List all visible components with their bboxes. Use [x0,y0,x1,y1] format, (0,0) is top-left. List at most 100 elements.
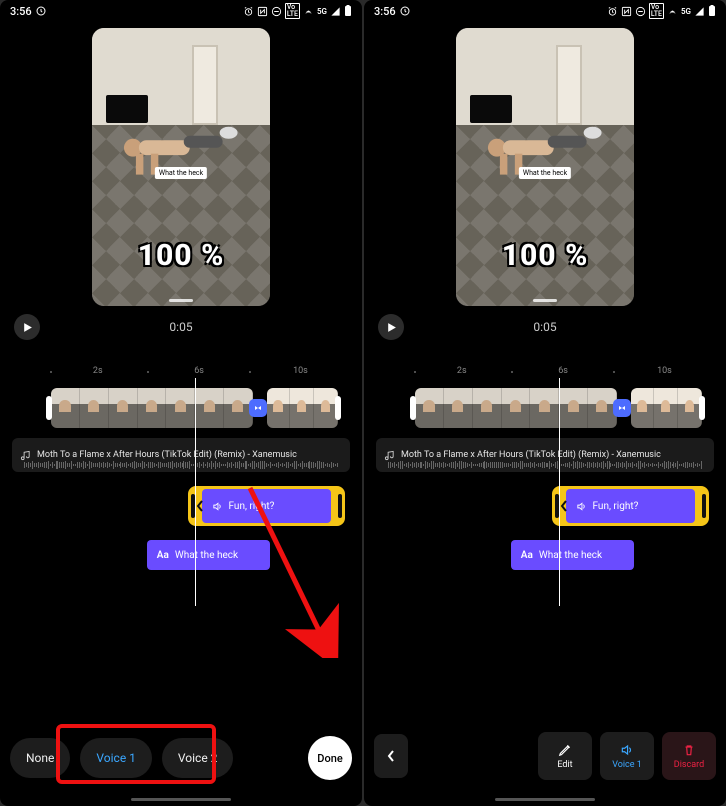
dnd-icon [271,6,282,17]
battery-icon [344,5,352,17]
speaker-icon [620,743,634,757]
clock-icon [36,6,46,16]
status-time: 3:56 [374,5,396,18]
clip-handle-left[interactable] [410,396,416,420]
voice-1-tool-button[interactable]: Voice 1 [600,732,654,780]
video-clip-1[interactable] [415,388,617,428]
video-track[interactable] [374,388,716,428]
network-label: 5G [317,7,327,16]
voiceover-clip[interactable]: Fun, right? [566,489,696,523]
video-clip-1[interactable] [51,388,253,428]
audio-title: Moth To a Flame x After Hours (TikTok Ed… [37,450,342,460]
speaker-icon [212,501,223,512]
transition-badge[interactable] [249,399,267,417]
video-preview[interactable]: What the heck 100 % [456,28,634,306]
video-clip-2[interactable] [631,388,703,428]
text-label: What the heck [539,550,602,561]
status-bar: 3:56 VoLTE 5G [0,0,362,22]
text-clip[interactable]: Aa What the heck [147,540,270,570]
phone-right: 3:56 VoLTE 5G What the heck 100 % [364,0,726,806]
preview-area: What the heck 100 % 0:05 [364,22,726,348]
status-time: 3:56 [10,5,32,18]
clock-icon [400,6,410,16]
trash-icon [682,743,696,757]
clip-edit-bar: Edit Voice 1 Discard [364,720,726,806]
voiceover-label: Fun, right? [593,501,639,512]
voice-handle-right[interactable] [338,494,342,518]
text-track[interactable]: Aa What the heck [10,540,352,570]
clip-handle-right[interactable] [699,396,705,420]
phone-left: 3:56 VoLTE 5G What the heck 100 % [0,0,362,806]
voiceover-label: Fun, right? [229,501,275,512]
play-icon [386,322,397,333]
time-ruler: 2s 6s 10s [0,366,362,380]
done-button[interactable]: Done [308,736,352,780]
text-label: What the heck [175,550,238,561]
clip-handle-right[interactable] [335,396,341,420]
clip-handle-left[interactable] [46,396,52,420]
preview-percent: 100 % [138,238,225,273]
home-indicator [131,798,231,801]
status-bar: 3:56 VoLTE 5G [364,0,726,22]
voiceover-track[interactable]: Fun, right? [10,486,352,526]
music-note-icon [20,450,31,461]
hotspot-icon [667,6,678,17]
alarm-icon [243,6,254,17]
discard-button[interactable]: Discard [662,732,716,780]
video-clip-2[interactable] [267,388,339,428]
voice-2-button[interactable]: Voice 2 [162,738,234,778]
audio-track[interactable]: Moth To a Flame x After Hours (TikTok Ed… [12,438,350,472]
text-clip[interactable]: Aa What the heck [511,540,634,570]
play-icon [22,322,33,333]
timestamp: 0:05 [533,320,556,334]
playhead[interactable] [559,378,560,606]
chevron-left-icon [386,749,396,763]
play-button[interactable] [378,314,404,340]
voice-handle-right[interactable] [702,494,706,518]
voiceover-track[interactable]: Fun, right? [374,486,716,526]
nfc-icon [621,6,632,17]
swipe-handle [169,299,193,302]
signal-icon [694,6,705,17]
volte-icon: VoLTE [649,3,664,19]
edit-button[interactable]: Edit [538,732,592,780]
text-track[interactable]: Aa What the heck [374,540,716,570]
voiceover-clip[interactable]: Fun, right? [202,489,332,523]
video-preview[interactable]: What the heck 100 % [92,28,270,306]
home-indicator [495,798,595,801]
voice-options-bar: None Voice 1 Voice 2 Done [0,724,362,806]
transition-badge[interactable] [613,399,631,417]
playhead[interactable] [195,378,196,606]
network-label: 5G [681,7,691,16]
pencil-icon [558,743,572,757]
time-ruler: 2s 6s 10s [364,366,726,380]
audio-track[interactable]: Moth To a Flame x After Hours (TikTok Ed… [376,438,714,472]
timestamp: 0:05 [169,320,192,334]
voice-none-button[interactable]: None [10,738,70,778]
dnd-icon [635,6,646,17]
back-button[interactable] [374,734,408,778]
preview-area: What the heck 100 % 0:05 [0,22,362,348]
waveform [24,460,338,470]
video-track[interactable] [10,388,352,428]
waveform [388,460,702,470]
text-prefix: Aa [521,550,533,561]
timeline-area[interactable]: 2s 6s 10s Moth To a Flame x After Hours … [364,348,726,806]
battery-icon [708,5,716,17]
status-icons: VoLTE 5G [607,3,716,19]
signal-icon [330,6,341,17]
text-prefix: Aa [157,550,169,561]
audio-title: Moth To a Flame x After Hours (TikTok Ed… [401,450,706,460]
preview-caption: What the heck [155,167,207,179]
speaker-icon [576,501,587,512]
swipe-handle [533,299,557,302]
voice-1-button[interactable]: Voice 1 [80,738,152,778]
status-icons: VoLTE 5G [243,3,352,19]
preview-caption: What the heck [519,167,571,179]
timeline-area[interactable]: 2s 6s 10s Moth To a Flame x After Hours … [0,348,362,806]
music-note-icon [384,450,395,461]
alarm-icon [607,6,618,17]
preview-percent: 100 % [502,238,589,273]
volte-icon: VoLTE [285,3,300,19]
play-button[interactable] [14,314,40,340]
